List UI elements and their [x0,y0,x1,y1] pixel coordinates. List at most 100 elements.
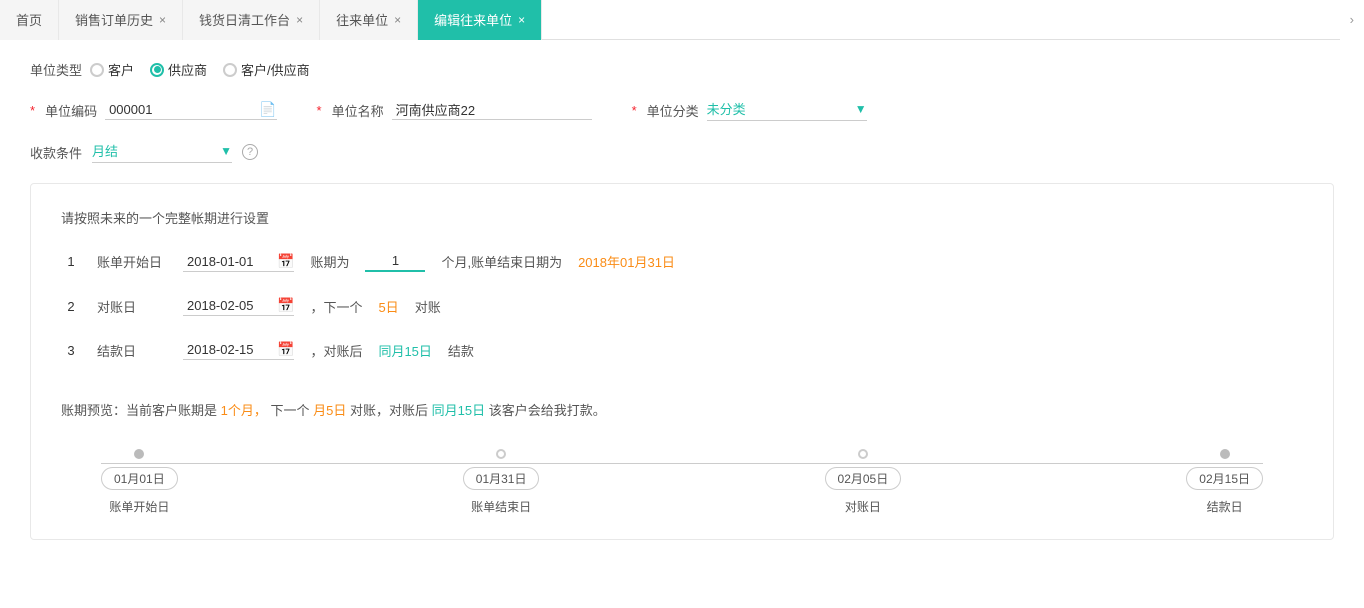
file-icon[interactable]: 📄 [259,101,276,118]
preview-part4: 该客户会给我打款。 [489,403,606,418]
tab-edit-partner[interactable]: 编辑往来单位 × [418,0,542,40]
preview-part3-plain: 对账，对账后 [350,403,428,418]
timeline-dot-2 [496,449,506,459]
radio-customer[interactable]: 客户 [90,60,134,79]
preview-label: 账期预览：当前客户账期是 [61,403,217,418]
calendar-icon-3[interactable]: 📅 [277,341,294,358]
calendar-icon-1[interactable]: 📅 [277,253,294,270]
radio-supplier-label: 供应商 [168,60,207,79]
tab-sales-order-history[interactable]: 销售订单历史 × [59,0,183,40]
payment-terms-label: 收款条件 [30,143,82,162]
unit-code-input-wrapper: 📄 [105,100,276,120]
close-icon[interactable]: × [296,13,303,27]
date-field-3: 📅 [183,340,294,360]
radio-both-label: 客户/供应商 [241,60,310,79]
timeline-label-2: 账单结束日 [471,498,531,515]
date-input-2[interactable] [183,296,273,315]
timeline-point-end: 02月15日 结款日 [1186,449,1263,515]
unit-type-label: 单位类型 [30,60,82,79]
timeline-dot-3 [858,449,868,459]
preview-section: 账期预览：当前客户账期是 1个月， 下一个 月5日 对账，对账后 同月15日 该… [61,390,1303,439]
timeline-badge-1: 01月01日 [101,467,178,490]
tab-cash-work[interactable]: 钱货日清工作台 × [183,0,320,40]
help-icon[interactable]: ? [242,144,258,160]
chevron-down-icon: ▼ [220,144,232,158]
radio-supplier[interactable]: 供应商 [150,60,207,79]
required-star: * [317,103,322,118]
card-title: 请按照未来的一个完整帐期进行设置 [61,208,1303,227]
timeline-point-2: 01月31日 账单结束日 [463,449,540,515]
month-input[interactable] [365,251,425,272]
required-star: * [632,103,637,118]
tab-arrow[interactable]: › [1340,0,1364,40]
date-input-3[interactable] [183,340,273,359]
period-num-2: 2 [61,299,81,314]
payment-terms-select[interactable]: 月结 ▼ [92,141,232,163]
calendar-icon-2[interactable]: 📅 [277,297,294,314]
tab-label: 销售订单历史 [75,10,153,29]
unit-name-label: 单位名称 [332,101,384,120]
unit-name-input[interactable] [392,100,592,120]
unit-category-label: 单位分类 [647,101,699,120]
close-icon[interactable]: × [394,13,401,27]
close-icon[interactable]: × [518,13,525,27]
unit-code-field: * 单位编码 📄 [30,100,277,120]
tabs-bar: 首页 销售订单历史 × 钱货日清工作台 × 往来单位 × 编辑往来单位 × › [0,0,1364,40]
tab-label: 钱货日清工作台 [199,10,290,29]
unit-code-label: 单位编码 [45,101,97,120]
tab-home-label: 首页 [16,10,42,29]
radio-customer-label: 客户 [108,60,134,79]
period-label-2: 对账日 [97,297,167,316]
period-desc-prefix-2: ，下一个 [310,297,362,316]
date-field-2: 📅 [183,296,294,316]
timeline-point-3: 02月05日 对账日 [825,449,902,515]
period-label-3: 结款日 [97,341,167,360]
close-icon[interactable]: × [159,13,166,27]
timeline-point-start: 01月01日 账单开始日 [101,449,178,515]
timeline-dot-start [134,449,144,459]
radio-both[interactable]: 客户/供应商 [223,60,310,79]
date-field-1: 📅 [183,252,294,272]
radio-group: 客户 供应商 客户/供应商 [90,60,310,79]
period-row-3: 3 结款日 📅 ，对账后 同月15日 结款 [61,340,1303,360]
preview-part1: 1个月， [221,403,267,418]
timeline-badge-3: 02月05日 [825,467,902,490]
unit-type-row: 单位类型 客户 供应商 客户/供应商 [30,60,1334,79]
payment-terms-row: 收款条件 月结 ▼ ? [30,141,1334,163]
unit-info-row: * 单位编码 📄 * 单位名称 * 单位分类 未分类 ▼ [30,99,1334,121]
period-desc-suffix-1: 个月,账单结束日期为 [441,252,562,271]
chevron-down-icon: ▼ [855,102,867,116]
radio-circle-supplier [150,63,164,77]
tab-label: 编辑往来单位 [434,10,512,29]
tab-partner-unit[interactable]: 往来单位 × [320,0,418,40]
date-input-1[interactable] [183,252,273,271]
period-num-3: 3 [61,343,81,358]
period-label-1: 账单开始日 [97,252,167,271]
tab-label: 往来单位 [336,10,388,29]
radio-circle-both [223,63,237,77]
radio-circle-customer [90,63,104,77]
preview-part2-plain: 下一个 [271,403,310,418]
period-desc-highlight-3: 同月15日 [378,341,431,360]
period-desc-highlight-2: 5日 [378,297,398,316]
preview-part2-highlight: 月5日 [313,403,346,418]
period-desc-prefix-3: ，对账后 [310,341,362,360]
required-star: * [30,103,35,118]
period-desc-suffix-2: 对账 [415,297,441,316]
timeline-badge-4: 02月15日 [1186,467,1263,490]
unit-name-field: * 单位名称 [317,100,592,120]
preview-part3-highlight: 同月15日 [432,403,485,418]
payment-terms-value: 月结 [92,141,216,160]
timeline-label-4: 结款日 [1207,498,1243,515]
timeline-points: 01月01日 账单开始日 01月31日 账单结束日 02月05日 对账日 02月… [101,449,1263,515]
timeline-label-3: 对账日 [845,498,881,515]
period-num-1: 1 [61,254,81,269]
tab-home[interactable]: 首页 [0,0,59,40]
period-desc-highlight-1: 2018年01月31日 [578,252,675,271]
period-desc-1: 账期为 [310,252,349,271]
unit-category-value: 未分类 [707,99,851,118]
unit-category-select[interactable]: 未分类 ▼ [707,99,867,121]
period-row-1: 1 账单开始日 📅 账期为 个月,账单结束日期为 2018年01月31日 [61,251,1303,272]
timeline-label-1: 账单开始日 [109,498,169,515]
unit-code-input[interactable] [105,100,255,119]
